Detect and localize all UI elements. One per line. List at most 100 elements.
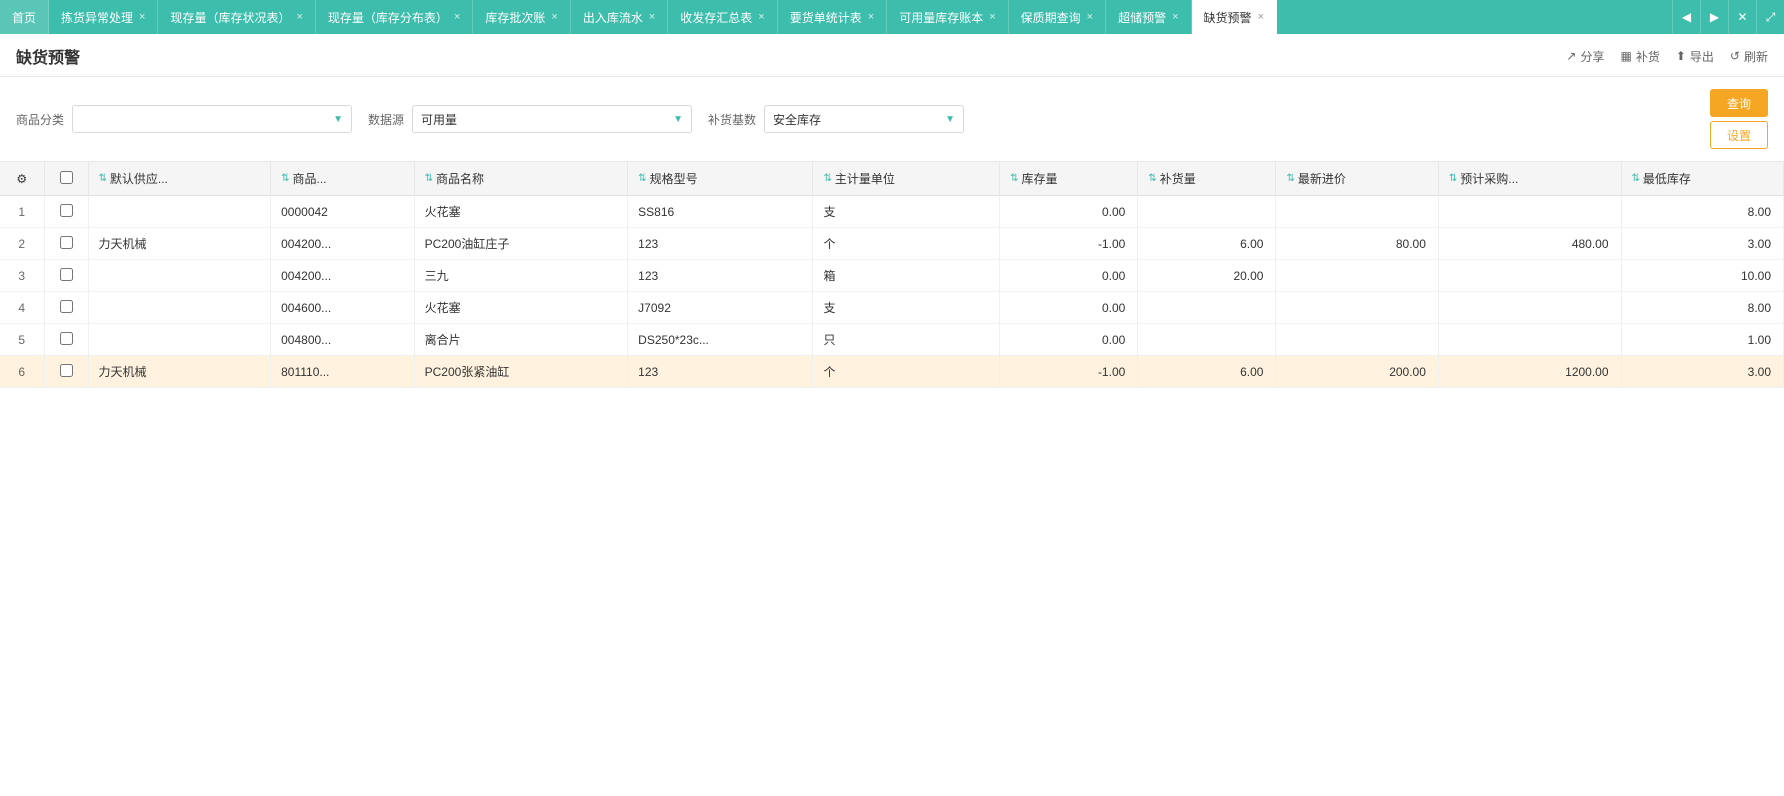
tab-close-all[interactable]: ✕: [1728, 0, 1756, 34]
tab-inventory-dist[interactable]: 现存量（库存分布表） ×: [316, 0, 473, 34]
row-unit: 支: [813, 292, 1000, 324]
tab-order-stats[interactable]: 要货单统计表 ×: [778, 0, 887, 34]
row-checkbox-cell[interactable]: [44, 228, 88, 260]
tab-close-overstock[interactable]: ×: [1172, 11, 1178, 23]
row-checkbox[interactable]: [60, 364, 73, 377]
table-row[interactable]: 5 004800... 离合片 DS250*23c... 只 0.00 1.00: [0, 324, 1784, 356]
row-stock-qty: -1.00: [1000, 228, 1138, 260]
row-checkbox[interactable]: [60, 236, 73, 249]
tab-close-recv-summary[interactable]: ×: [758, 11, 764, 23]
sort-stock-qty[interactable]: ⇅ 库存量: [1010, 170, 1057, 187]
sort-spec[interactable]: ⇅ 规格型号: [638, 170, 697, 187]
table-row[interactable]: 3 004200... 三九 123 箱 0.00 20.00 10.00: [0, 260, 1784, 292]
sort-unit[interactable]: ⇅ 主计量单位: [823, 170, 894, 187]
row-checkbox[interactable]: [60, 300, 73, 313]
tab-close-expiry-query[interactable]: ×: [1087, 11, 1093, 23]
col-gear[interactable]: ⚙: [0, 162, 44, 196]
col-est-purchase[interactable]: ⇅ 预计采购...: [1438, 162, 1621, 196]
row-checkbox-cell[interactable]: [44, 324, 88, 356]
row-default-supplier: 力天机械: [88, 228, 271, 260]
tab-scroll-left[interactable]: ◀: [1672, 0, 1700, 34]
sort-icon: ⇅: [1632, 173, 1640, 184]
sort-est-purchase[interactable]: ⇅ 预计采购...: [1449, 170, 1518, 187]
replenish-base-select[interactable]: 安全库存 ▼: [764, 105, 964, 133]
tab-available-ledger[interactable]: 可用量库存账本 ×: [887, 0, 1008, 34]
row-checkbox-cell[interactable]: [44, 292, 88, 324]
row-checkbox-cell[interactable]: [44, 356, 88, 388]
sort-latest-price[interactable]: ⇅ 最新进价: [1286, 170, 1345, 187]
share-icon: ↗: [1566, 49, 1576, 63]
export-icon: ⬆: [1676, 49, 1686, 63]
row-checkbox-cell[interactable]: [44, 260, 88, 292]
col-checkbox[interactable]: [44, 162, 88, 196]
tab-expiry-query[interactable]: 保质期查询 ×: [1009, 0, 1106, 34]
tab-close-available-ledger[interactable]: ×: [989, 11, 995, 23]
sort-min-stock[interactable]: ⇅ 最低库存: [1632, 170, 1691, 187]
sort-icon: ⇅: [1010, 173, 1018, 184]
export-action[interactable]: ⬆ 导出: [1676, 48, 1714, 65]
share-action[interactable]: ↗ 分享: [1566, 48, 1604, 65]
row-product-code: 004600...: [271, 292, 415, 324]
settings-button[interactable]: 设置: [1710, 121, 1768, 149]
col-min-stock[interactable]: ⇅ 最低库存: [1621, 162, 1783, 196]
row-est-purchase: [1438, 292, 1621, 324]
table-row[interactable]: 4 004600... 火花塞 J7092 支 0.00 8.00: [0, 292, 1784, 324]
tab-inventory-status[interactable]: 现存量（库存状况表） ×: [158, 0, 315, 34]
replenish-action[interactable]: ▦ 补货: [1620, 48, 1659, 65]
tab-close-inout-flow[interactable]: ×: [649, 11, 655, 23]
category-label: 商品分类: [16, 111, 64, 128]
sort-icon: ⇅: [425, 173, 433, 184]
row-checkbox[interactable]: [60, 332, 73, 345]
tab-close-batch-account[interactable]: ×: [551, 11, 557, 23]
tab-recv-summary[interactable]: 收发存汇总表 ×: [668, 0, 777, 34]
row-min-stock: 10.00: [1621, 260, 1783, 292]
page-content: 缺货预警 ↗ 分享 ▦ 补货 ⬆ 导出 ↺ 刷新 商品分类: [0, 34, 1784, 796]
row-no: 5: [0, 324, 44, 356]
row-no: 6: [0, 356, 44, 388]
header-actions: ↗ 分享 ▦ 补货 ⬆ 导出 ↺ 刷新: [1566, 48, 1768, 65]
sort-default-supplier[interactable]: ⇅ 默认供应...: [99, 170, 168, 187]
tab-close-order-stats[interactable]: ×: [868, 11, 874, 23]
refresh-action[interactable]: ↺ 刷新: [1730, 48, 1768, 65]
select-all-checkbox[interactable]: [60, 171, 73, 184]
col-unit[interactable]: ⇅ 主计量单位: [813, 162, 1000, 196]
sort-replenish-qty[interactable]: ⇅ 补货量: [1148, 170, 1195, 187]
row-replenish-qty: 20.00: [1138, 260, 1276, 292]
col-product-code[interactable]: ⇅ 商品...: [271, 162, 415, 196]
col-product-name[interactable]: ⇅ 商品名称: [414, 162, 628, 196]
row-checkbox[interactable]: [60, 268, 73, 281]
tab-close-abnormal[interactable]: ×: [139, 11, 145, 23]
col-replenish-qty[interactable]: ⇅ 补货量: [1138, 162, 1276, 196]
tab-close-shortage[interactable]: ×: [1258, 11, 1264, 23]
table-body: 1 0000042 火花塞 SS816 支 0.00 8.00 2 力天机械 0…: [0, 196, 1784, 388]
row-latest-price: [1276, 196, 1438, 228]
col-spec[interactable]: ⇅ 规格型号: [628, 162, 813, 196]
tab-expand[interactable]: ⤢: [1756, 0, 1784, 34]
tab-overstock[interactable]: 超储预警 ×: [1106, 0, 1191, 34]
tab-inout-flow[interactable]: 出入库流水 ×: [571, 0, 668, 34]
sort-product-name[interactable]: ⇅ 商品名称: [425, 170, 484, 187]
tab-home[interactable]: 首页: [0, 0, 49, 34]
col-default-supplier[interactable]: ⇅ 默认供应...: [88, 162, 271, 196]
tab-close-inventory-status[interactable]: ×: [296, 11, 302, 23]
tab-close-inventory-dist[interactable]: ×: [454, 11, 460, 23]
replenish-base-filter-group: 补货基数 安全库存 ▼: [708, 105, 964, 133]
row-checkbox[interactable]: [60, 204, 73, 217]
category-select[interactable]: ▼: [72, 105, 352, 133]
tab-scroll-right[interactable]: ▶: [1700, 0, 1728, 34]
table-row[interactable]: 6 力天机械 801110... PC200张紧油缸 123 个 -1.00 6…: [0, 356, 1784, 388]
query-button[interactable]: 查询: [1710, 89, 1768, 117]
col-latest-price[interactable]: ⇅ 最新进价: [1276, 162, 1438, 196]
tab-abnormal[interactable]: 拣货异常处理 ×: [49, 0, 158, 34]
row-checkbox-cell[interactable]: [44, 196, 88, 228]
sort-product-code[interactable]: ⇅ 商品...: [281, 170, 326, 187]
row-default-supplier: [88, 324, 271, 356]
row-product-name: 三九: [414, 260, 628, 292]
tab-batch-account[interactable]: 库存批次账 ×: [473, 0, 570, 34]
datasource-select[interactable]: 可用量 ▼: [412, 105, 692, 133]
sort-icon: ⇅: [1148, 173, 1156, 184]
col-stock-qty[interactable]: ⇅ 库存量: [1000, 162, 1138, 196]
table-row[interactable]: 2 力天机械 004200... PC200油缸庄子 123 个 -1.00 6…: [0, 228, 1784, 260]
tab-shortage[interactable]: 缺货预警 ×: [1192, 0, 1277, 34]
table-row[interactable]: 1 0000042 火花塞 SS816 支 0.00 8.00: [0, 196, 1784, 228]
